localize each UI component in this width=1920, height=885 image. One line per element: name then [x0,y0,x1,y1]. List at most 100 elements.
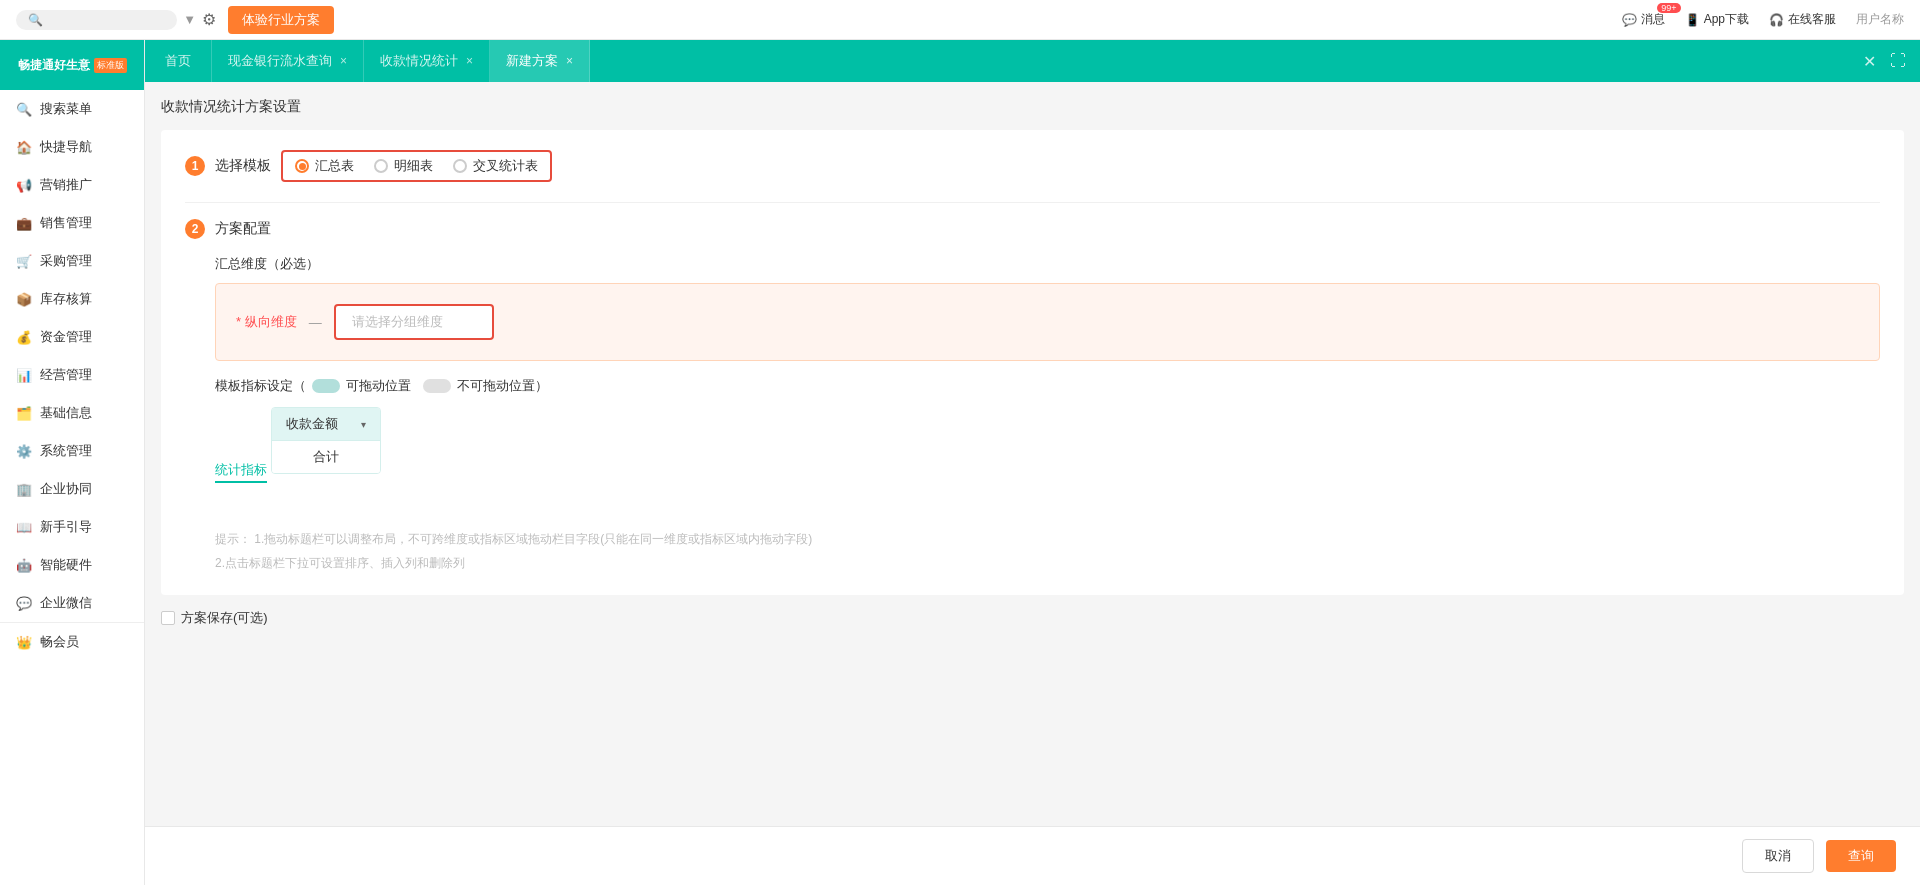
sidebar-label-basic-info: 基础信息 [40,404,92,422]
message-icon: 💬 [1622,13,1637,27]
indicator-col-row: 合计 [272,440,380,473]
radio-cross-dot [453,159,467,173]
message-label: 消息 [1641,11,1665,28]
sidebar-item-system[interactable]: ⚙️ 系统管理 [0,432,144,470]
step1-label: 选择模板 [215,157,271,175]
sidebar-item-cooperation[interactable]: 🏢 企业协同 [0,470,144,508]
nav-icon: 🏠 [16,140,32,155]
sidebar-label-guide: 新手引导 [40,518,92,536]
tab-home[interactable]: 首页 [145,40,212,82]
bottom-action-bar: 取消 查询 [145,826,1920,885]
dimension-select[interactable]: 请选择分组维度 [334,304,494,340]
query-button[interactable]: 查询 [1826,840,1896,872]
step1-num: 1 [185,156,205,176]
save-checkbox-label[interactable]: 方案保存(可选) [161,609,268,627]
tab-home-label: 首页 [165,52,191,70]
dimension-section: 汇总维度（必选） * 纵向维度 — 请选择分组维度 [215,255,1880,575]
sidebar-label-cooperation: 企业协同 [40,480,92,498]
sidebar-label-wechat: 企业微信 [40,594,92,612]
fixed-tag-dot [423,379,451,393]
tab-receipt-stats[interactable]: 收款情况统计 × [364,40,490,82]
sidebar-label-system: 系统管理 [40,442,92,460]
sidebar-item-finance[interactable]: 💰 资金管理 [0,318,144,356]
sales-icon: 💼 [16,216,32,231]
sidebar-item-marketing[interactable]: 📢 营销推广 [0,166,144,204]
sidebar-item-search[interactable]: 🔍 搜索菜单 [0,90,144,128]
tips-line2: 2.点击标题栏下拉可设置排序、插入列和删除列 [215,551,1880,575]
sidebar-item-purchase[interactable]: 🛒 采购管理 [0,242,144,280]
sidebar-item-basic-info[interactable]: 🗂️ 基础信息 [0,394,144,432]
tab-maximize-icon[interactable]: ⛶ [1890,52,1906,70]
page-title: 收款情况统计方案设置 [161,98,1904,116]
indicator-header-text: 模板指标设定（ [215,377,306,395]
app-download-btn[interactable]: 📱 App下载 [1685,11,1749,28]
sidebar-label-nav: 快捷导航 [40,138,92,156]
sidebar-label-search: 搜索菜单 [40,100,92,118]
sidebar-label-finance: 资金管理 [40,328,92,346]
dimension-row: * 纵向维度 — 请选择分组维度 [236,304,1859,340]
sidebar-item-management[interactable]: 📊 经营管理 [0,356,144,394]
radio-cross[interactable]: 交叉统计表 [453,157,538,175]
tab-new-plan-close[interactable]: × [566,54,573,68]
radio-detail[interactable]: 明细表 [374,157,433,175]
service-btn[interactable]: 🎧 在线客服 [1769,11,1836,28]
page-scroll-content: 收款情况统计方案设置 1 选择模板 汇总表 [145,82,1920,826]
save-checkbox[interactable] [161,611,175,625]
dimension-arrow: — [309,315,322,330]
save-label-text: 方案保存(可选) [181,609,268,627]
try-industry-btn[interactable]: 体验行业方案 [228,6,334,34]
step2-num: 2 [185,219,205,239]
cooperation-icon: 🏢 [16,482,32,497]
radio-summary[interactable]: 汇总表 [295,157,354,175]
indicator-section: 模板指标设定（ 可拖动位置 不可拖动位置） 统计指标 [215,377,1880,491]
tab-new-plan[interactable]: 新建方案 × [490,40,590,82]
download-icon: 📱 [1685,13,1700,27]
tab-new-plan-label: 新建方案 [506,52,558,70]
tips-line1: 提示： 1.拖动标题栏可以调整布局，不可跨维度或指标区域拖动栏目字段(只能在同一… [215,527,1880,551]
user-name[interactable]: 用户名称 [1856,11,1904,28]
sidebar-item-member[interactable]: 👑 畅会员 [0,622,144,661]
sidebar-item-hardware[interactable]: 🤖 智能硬件 [0,546,144,584]
sidebar-item-inventory[interactable]: 📦 库存核算 [0,280,144,318]
logo-badge: 标准版 [94,58,127,73]
movable-tag-dot [312,379,340,393]
tab-receipt-stats-close[interactable]: × [466,54,473,68]
tab-bank-flow[interactable]: 现金银行流水查询 × [212,40,364,82]
sidebar-label-marketing: 营销推广 [40,176,92,194]
service-label: 在线客服 [1788,11,1836,28]
topbar: 🔍 ▼ ⚙ 体验行业方案 💬 消息 99+ 📱 App下载 🎧 在线客服 用户名… [0,0,1920,40]
sidebar-item-sales[interactable]: 💼 销售管理 [0,204,144,242]
settings-icon[interactable]: ⚙ [202,10,216,29]
tab-receipt-stats-label: 收款情况统计 [380,52,458,70]
tab-bank-flow-close[interactable]: × [340,54,347,68]
indicator-table: 收款金额 ▾ 合计 [271,407,381,474]
topbar-search[interactable]: 🔍 ▼ ⚙ [16,10,216,30]
search-box[interactable]: 🔍 [16,10,177,30]
template-radio-group: 汇总表 明细表 交叉统计表 [281,150,552,182]
dropdown-icon[interactable]: ▼ [183,12,196,27]
inventory-icon: 📦 [16,292,32,307]
wechat-icon: 💬 [16,596,32,611]
logo-text: 畅捷通好生意 [18,57,90,74]
logo-area: 畅捷通好生意 标准版 [0,40,144,90]
radio-detail-label: 明细表 [394,157,433,175]
indicator-col-header-row[interactable]: 收款金额 ▾ [272,408,380,440]
sidebar-item-guide[interactable]: 📖 新手引导 [0,508,144,546]
indicator-header: 模板指标设定（ 可拖动位置 不可拖动位置） [215,377,1880,395]
sidebar-item-wechat[interactable]: 💬 企业微信 [0,584,144,622]
message-btn[interactable]: 💬 消息 99+ [1622,11,1665,28]
tab-minimize-icon[interactable]: ✕ [1863,52,1876,71]
system-icon: ⚙️ [16,444,32,459]
radio-detail-dot [374,159,388,173]
purchase-icon: 🛒 [16,254,32,269]
movable-tag-label: 可拖动位置 [346,377,411,395]
dimension-label: * 纵向维度 [236,313,297,331]
marketing-icon: 📢 [16,178,32,193]
guide-icon: 📖 [16,520,32,535]
radio-cross-label: 交叉统计表 [473,157,538,175]
sidebar-item-nav[interactable]: 🏠 快捷导航 [0,128,144,166]
step2-row: 2 方案配置 [185,219,1880,239]
sidebar-label-sales: 销售管理 [40,214,92,232]
radio-summary-label: 汇总表 [315,157,354,175]
cancel-button[interactable]: 取消 [1742,839,1814,873]
